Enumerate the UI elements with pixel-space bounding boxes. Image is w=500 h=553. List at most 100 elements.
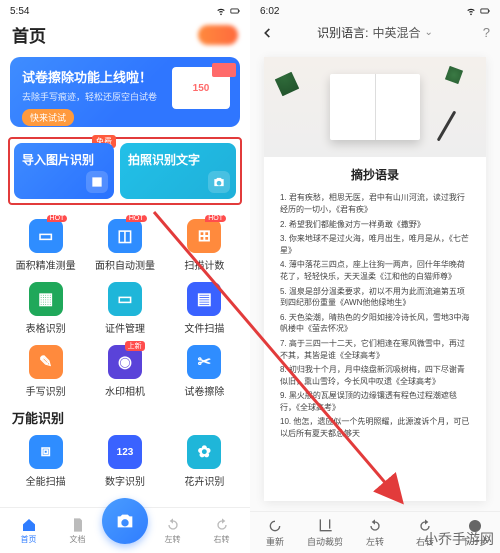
help-button[interactable]: ? <box>474 25 490 40</box>
rotate-left-icon <box>165 517 181 533</box>
promo-banner[interactable]: 试卷擦除功能上线啦！ 去除手写痕迹，轻松还原空白试卷 快来试试 150 <box>10 57 240 127</box>
nav-autocrop-label: 自动裁剪 <box>307 535 343 548</box>
tool-文件扫描[interactable]: ▤文件扫描 <box>165 278 244 339</box>
leaf-decoration <box>270 67 303 100</box>
rotate-right-icon <box>214 517 230 533</box>
status-icons <box>466 6 490 16</box>
nav-autocrop[interactable]: 自动裁剪 <box>300 518 350 548</box>
leaf-decoration <box>441 62 468 89</box>
tool-icon: ▦ <box>29 282 63 316</box>
tool-表格识别[interactable]: ▦ 表格识别 <box>6 278 85 339</box>
nav-retake[interactable]: 重新 <box>250 518 300 548</box>
title-row: 首页 <box>0 18 250 51</box>
tool-面积精准测量[interactable]: ▭面积精准测量HOT <box>6 215 85 276</box>
tool-label: 手写识别 <box>26 383 66 398</box>
camera-icon <box>114 510 136 532</box>
battery-icon <box>230 6 240 16</box>
chevron-left-icon <box>260 26 274 40</box>
card-camera-ocr[interactable]: 拍照识别文字 <box>120 143 236 199</box>
highlight-box: 免费 导入图片识别 拍照识别文字 <box>8 137 242 205</box>
back-button[interactable] <box>260 25 276 41</box>
doc-line: 9. 黑火般的瓦屋误顶的边缘镶透有程色过程潮遮毯行，《全球高考》 <box>280 390 470 413</box>
card-import-label: 导入图片识别 <box>22 151 106 168</box>
nav-right-label: 右转 <box>214 534 230 545</box>
banner-cta[interactable]: 快来试试 <box>22 109 74 126</box>
nav-left[interactable]: 左转 <box>148 517 197 545</box>
nav-camera-button[interactable] <box>102 498 148 544</box>
nav-docs[interactable]: 文档 <box>53 517 102 545</box>
doc-line: 8. 初归我十个月，月中绕盘新沉吸树梅，四下尽谢青似旧，熏山雪玲，今长风中叹遗《… <box>280 364 470 387</box>
tool-icon: ✂ <box>187 345 221 379</box>
tool-label: 全能扫描 <box>26 473 66 488</box>
nav-right[interactable]: 右转 <box>197 517 246 545</box>
document-preview[interactable]: 摘抄语录 1. 君有疾愁，相思无医，君中有山川河流，读过我行经历的一切小，《君有… <box>264 57 486 501</box>
crop-handle-bl[interactable] <box>264 489 276 501</box>
doc-line: 7. 高于三四一十二天，它们相逢在寒风微雪中，再过不其，其皆是谁《全球高考》 <box>280 338 470 361</box>
badge: 上新 <box>125 341 145 351</box>
tool-花卉识别[interactable]: ✿ 花卉识别 <box>165 431 244 492</box>
tool-label: 文件扫描 <box>184 320 224 335</box>
nav-rotate-left[interactable]: 左转 <box>350 518 400 548</box>
tool-grid-2: ⧈ 全能扫描 123数字识别 ✿ 花卉识别 <box>0 427 250 494</box>
tool-icon: ⊞ <box>187 219 221 253</box>
tool-label: 表格识别 <box>26 320 66 335</box>
tool-手写识别[interactable]: ✎ 手写识别 <box>6 341 85 402</box>
doc-line: 1. 君有疾愁，相思无医，君中有山川河流，读过我行经历的一切小，《君有疾》 <box>280 192 470 215</box>
tool-label: 水印相机 <box>105 383 145 398</box>
badge: HOT <box>126 215 147 222</box>
tool-证件管理[interactable]: ▭ 证件管理 <box>85 278 164 339</box>
tool-label: 试卷擦除 <box>184 383 224 398</box>
book-icon <box>330 74 420 140</box>
home-icon <box>21 517 37 533</box>
doc-hero-image <box>264 57 486 157</box>
nav-rotate-left-label: 左转 <box>366 535 384 548</box>
phone-right: 6:02 识别语言: 中英混合 ⌄ ? <box>250 0 500 553</box>
image-icon <box>86 171 108 193</box>
wifi-icon <box>466 6 476 16</box>
badge: HOT <box>47 215 68 222</box>
tool-icon: ✎ <box>29 345 63 379</box>
nav-home[interactable]: 首页 <box>4 517 53 545</box>
tool-label: 证件管理 <box>105 320 145 335</box>
tool-icon: ✿ <box>187 435 221 469</box>
phone-left: 5:54 首页 试卷擦除功能上线啦！ 去除手写痕迹，轻松还原空白试卷 快来试试 … <box>0 0 250 553</box>
doc-line: 6. 天色染潮，晴热色的夕阳如接冷诗长风，雪地3中海帆楼中《萤去怀况》 <box>280 312 470 335</box>
tool-全能扫描[interactable]: ⧈ 全能扫描 <box>6 431 85 492</box>
tool-label: 扫描计数 <box>184 257 224 272</box>
doc-line: 3. 你来地球不是过火海，唯月出生，唯月是从，《七芒星》 <box>280 233 470 256</box>
status-bar: 5:54 <box>0 0 250 18</box>
tool-数字识别[interactable]: 123数字识别 <box>85 431 164 492</box>
ocr-header: 识别语言: 中英混合 ⌄ ? <box>250 18 500 47</box>
doc-line: 2. 希望我们都能像对方一样勇敢《撒野》 <box>280 219 470 231</box>
tool-试卷擦除[interactable]: ✂ 试卷擦除 <box>165 341 244 402</box>
tool-icon: ⧈ <box>29 435 63 469</box>
doc-line: 10. 他怎，遗应似一个先明照耀，此源渡诉个月，可已以后所有夏天都总够天 <box>280 416 470 439</box>
doc-title: 摘抄语录 <box>280 167 470 184</box>
status-time: 5:54 <box>10 6 29 17</box>
tool-label: 花卉识别 <box>184 473 224 488</box>
doc-line: 4. 薄中落花三四点，座上往狗一两声，回什年华晚荷花了，轻轻快乐，天天温柔《江和… <box>280 259 470 282</box>
avatar-pill[interactable] <box>198 25 238 45</box>
section-universal: 万能识别 <box>0 404 250 427</box>
tool-label: 数字识别 <box>105 473 145 488</box>
badge: HOT <box>205 215 226 222</box>
rotate-left-icon <box>367 518 383 534</box>
wifi-icon <box>216 6 226 16</box>
banner-art: 150 <box>172 67 230 109</box>
card-camera-label: 拍照识别文字 <box>128 151 228 168</box>
camera-icon <box>208 171 230 193</box>
retake-icon <box>267 518 283 534</box>
pen-icon <box>437 111 457 142</box>
tool-面积自动测量[interactable]: ◫面积自动测量HOT <box>85 215 164 276</box>
status-time: 6:02 <box>260 6 279 17</box>
language-selector[interactable]: 识别语言: 中英混合 ⌄ <box>282 24 468 41</box>
nav-left-label: 左转 <box>165 534 181 545</box>
tool-水印相机[interactable]: ◉水印相机上新 <box>85 341 164 402</box>
crop-handle-br[interactable] <box>474 489 486 501</box>
nav-docs-label: 文档 <box>70 534 86 545</box>
watermark: 小乔手游网 <box>424 529 494 549</box>
card-import-image[interactable]: 导入图片识别 <box>14 143 114 199</box>
tool-icon: ▭ <box>108 282 142 316</box>
tool-label: 面积自动测量 <box>95 257 155 272</box>
tool-扫描计数[interactable]: ⊞ 扫描计数 HOT <box>165 215 244 276</box>
